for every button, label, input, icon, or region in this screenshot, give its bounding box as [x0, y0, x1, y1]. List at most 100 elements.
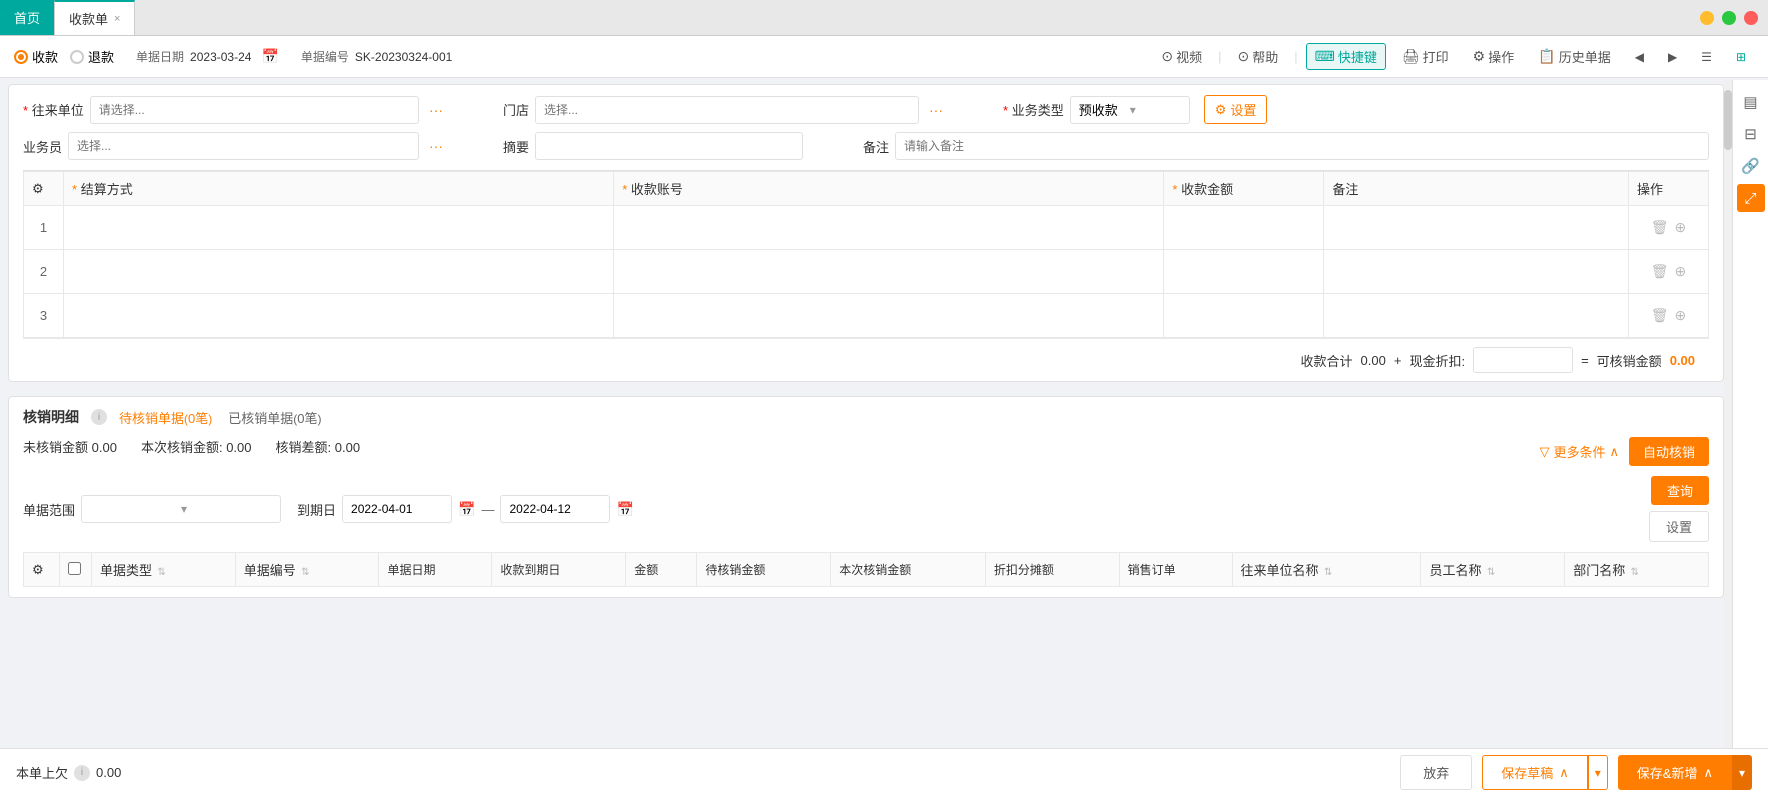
type-refund-radio[interactable]: 退款 — [70, 47, 114, 66]
print-button[interactable]: 🖨 打印 — [1394, 44, 1457, 69]
save-draft-button[interactable]: 保存草稿 ∧ — [1482, 755, 1588, 790]
employee-sort-icon[interactable]: ⇅ — [1487, 567, 1495, 578]
unchecked-stat: 未核销金额 0.00 — [23, 437, 117, 456]
row-2-account-no[interactable] — [614, 250, 1164, 294]
row-2-copy-icon[interactable]: ⊕ — [1675, 263, 1687, 280]
save-new-group: 保存&新增 ∧ ▾ — [1618, 755, 1752, 790]
bill-range-select[interactable]: ▾ — [81, 495, 281, 523]
salesperson-input[interactable] — [68, 132, 419, 160]
form-settings-button[interactable]: ⚙ 设置 — [1204, 95, 1268, 124]
row-1-copy-icon[interactable]: ⊕ — [1675, 219, 1687, 236]
row-1-payment-method[interactable] — [64, 206, 614, 250]
date-to-input[interactable] — [500, 495, 610, 523]
window-close-button[interactable] — [1744, 11, 1758, 25]
type-receipt-label: 收款 — [32, 47, 58, 66]
table-settings-icon: ⚙ — [32, 181, 44, 196]
history-button[interactable]: 📋 历史单据 — [1530, 44, 1618, 69]
counterpart-input[interactable] — [90, 96, 419, 124]
done-tab-link[interactable]: 已核销单据(0笔) — [228, 408, 321, 427]
nav-prev-button[interactable]: ◀ — [1627, 47, 1652, 67]
row-3-copy-icon[interactable]: ⊕ — [1675, 307, 1687, 324]
reconcile-info-icon[interactable]: i — [91, 409, 107, 425]
nav-next-button[interactable]: ▶ — [1660, 47, 1685, 67]
reconcile-select-all-checkbox[interactable] — [68, 562, 81, 575]
reconcile-col-settings[interactable]: ⚙ — [24, 553, 60, 587]
scroll-indicator[interactable] — [1724, 80, 1732, 748]
row-2-payment-method[interactable] — [64, 250, 614, 294]
video-button[interactable]: ⊙ 视频 — [1153, 44, 1210, 69]
discard-button[interactable]: 放弃 — [1400, 755, 1472, 790]
row-1-notes[interactable] — [1324, 206, 1629, 250]
filter-icon: ▽ — [1539, 444, 1549, 460]
business-type-select[interactable]: 预收款 ▾ — [1070, 96, 1190, 124]
available-value: 0.00 — [1670, 353, 1695, 368]
shop-more-icon[interactable]: ··· — [929, 102, 943, 118]
save-new-dropdown-button[interactable]: ▾ — [1732, 755, 1752, 790]
tab-close-icon[interactable]: × — [114, 13, 120, 25]
bill-no-value[interactable]: SK-20230324-001 — [355, 50, 452, 64]
save-new-button[interactable]: 保存&新增 ∧ — [1618, 755, 1732, 790]
video-icon: ⊙ — [1161, 48, 1173, 65]
row-3-payment-method[interactable] — [64, 294, 614, 338]
row-3-delete-icon[interactable]: 🗑 — [1651, 307, 1669, 324]
notes-field: 备注 — [863, 132, 1709, 160]
bill-type-sort-icon[interactable]: ⇅ — [157, 567, 165, 578]
counterpart-sort-icon[interactable]: ⇅ — [1324, 567, 1332, 578]
sidebar-icon-2[interactable]: ⊟ — [1737, 120, 1765, 148]
counterpart-label: * 往来单位 — [23, 100, 84, 119]
date-from-input[interactable] — [342, 495, 452, 523]
scroll-thumb[interactable] — [1724, 90, 1732, 150]
notes-input[interactable] — [895, 132, 1709, 160]
form-row-2: 业务员 ··· 摘要 备注 — [23, 132, 1709, 160]
view-grid-button[interactable]: ⊞ — [1728, 47, 1754, 67]
operations-button[interactable]: ⚙ 操作 — [1465, 44, 1523, 69]
reconcile-col-discount: 折扣分摊额 — [985, 553, 1119, 587]
tab-receipt[interactable]: 收款单 × — [54, 0, 135, 35]
salesperson-more-icon[interactable]: ··· — [429, 138, 443, 154]
table-header-settings[interactable]: ⚙ — [24, 172, 64, 206]
discount-label: 现金折扣: — [1409, 351, 1465, 370]
shortcut-button[interactable]: ⌨ 快捷键 — [1306, 43, 1386, 70]
sidebar-icon-1[interactable]: ▤ — [1737, 88, 1765, 116]
row-1-amount[interactable] — [1164, 206, 1324, 250]
bill-range-label: 单据范围 — [23, 500, 75, 519]
row-2-amount[interactable] — [1164, 250, 1324, 294]
tab-home[interactable]: 首页 — [0, 0, 54, 35]
row-2-delete-icon[interactable]: 🗑 — [1651, 263, 1669, 280]
window-maximize-button[interactable] — [1722, 11, 1736, 25]
dept-sort-icon[interactable]: ⇅ — [1631, 567, 1639, 578]
type-receipt-radio[interactable]: 收款 — [14, 47, 58, 66]
bill-no-sort-icon[interactable]: ⇅ — [301, 567, 309, 578]
receipt-type-group: 收款 退款 — [14, 47, 114, 66]
date-from-calendar-icon[interactable]: 📅 — [458, 501, 475, 518]
row-3-account-no[interactable] — [614, 294, 1164, 338]
sidebar-icon-4[interactable]: ⤢ — [1737, 184, 1765, 212]
sidebar-icon-3[interactable]: 🔗 — [1737, 152, 1765, 180]
reconcile-col-checkbox[interactable] — [60, 553, 92, 587]
row-1-delete-icon[interactable]: 🗑 — [1651, 219, 1669, 236]
date-to-calendar-icon[interactable]: 📅 — [616, 501, 633, 518]
view-list-button[interactable]: ☰ — [1693, 47, 1720, 67]
row-3-amount[interactable] — [1164, 294, 1324, 338]
more-filter-button[interactable]: ▽ 更多条件 ∧ — [1539, 442, 1619, 461]
shop-input[interactable] — [535, 96, 919, 124]
prev-owing-info-icon[interactable]: i — [74, 765, 90, 781]
discount-input[interactable] — [1473, 347, 1573, 373]
row-1-account-no[interactable] — [614, 206, 1164, 250]
date-value[interactable]: 2023-03-24 — [190, 50, 251, 64]
reconcile-settings-button[interactable]: 设置 — [1649, 511, 1709, 542]
auto-reconcile-button[interactable]: 自动核销 — [1629, 437, 1709, 466]
row-2-notes[interactable] — [1324, 250, 1629, 294]
row-3-notes[interactable] — [1324, 294, 1629, 338]
filter-row: 单据范围 ▾ 到期日 📅 — 📅 查询 设置 — [23, 476, 1709, 542]
save-draft-dropdown-button[interactable]: ▾ — [1588, 755, 1608, 790]
receipt-table: ⚙ * 结算方式 * 收款账号 * — [23, 171, 1709, 338]
query-button[interactable]: 查询 — [1651, 476, 1709, 505]
calendar-icon[interactable]: 📅 — [261, 48, 278, 65]
pending-tab-link[interactable]: 待核销单据(0笔) — [119, 408, 212, 427]
help-button[interactable]: ⊙ 帮助 — [1230, 44, 1287, 69]
counterpart-more-icon[interactable]: ··· — [429, 102, 443, 118]
section-divider — [8, 382, 1724, 390]
window-minimize-button[interactable] — [1700, 11, 1714, 25]
summary-input[interactable] — [535, 132, 803, 160]
